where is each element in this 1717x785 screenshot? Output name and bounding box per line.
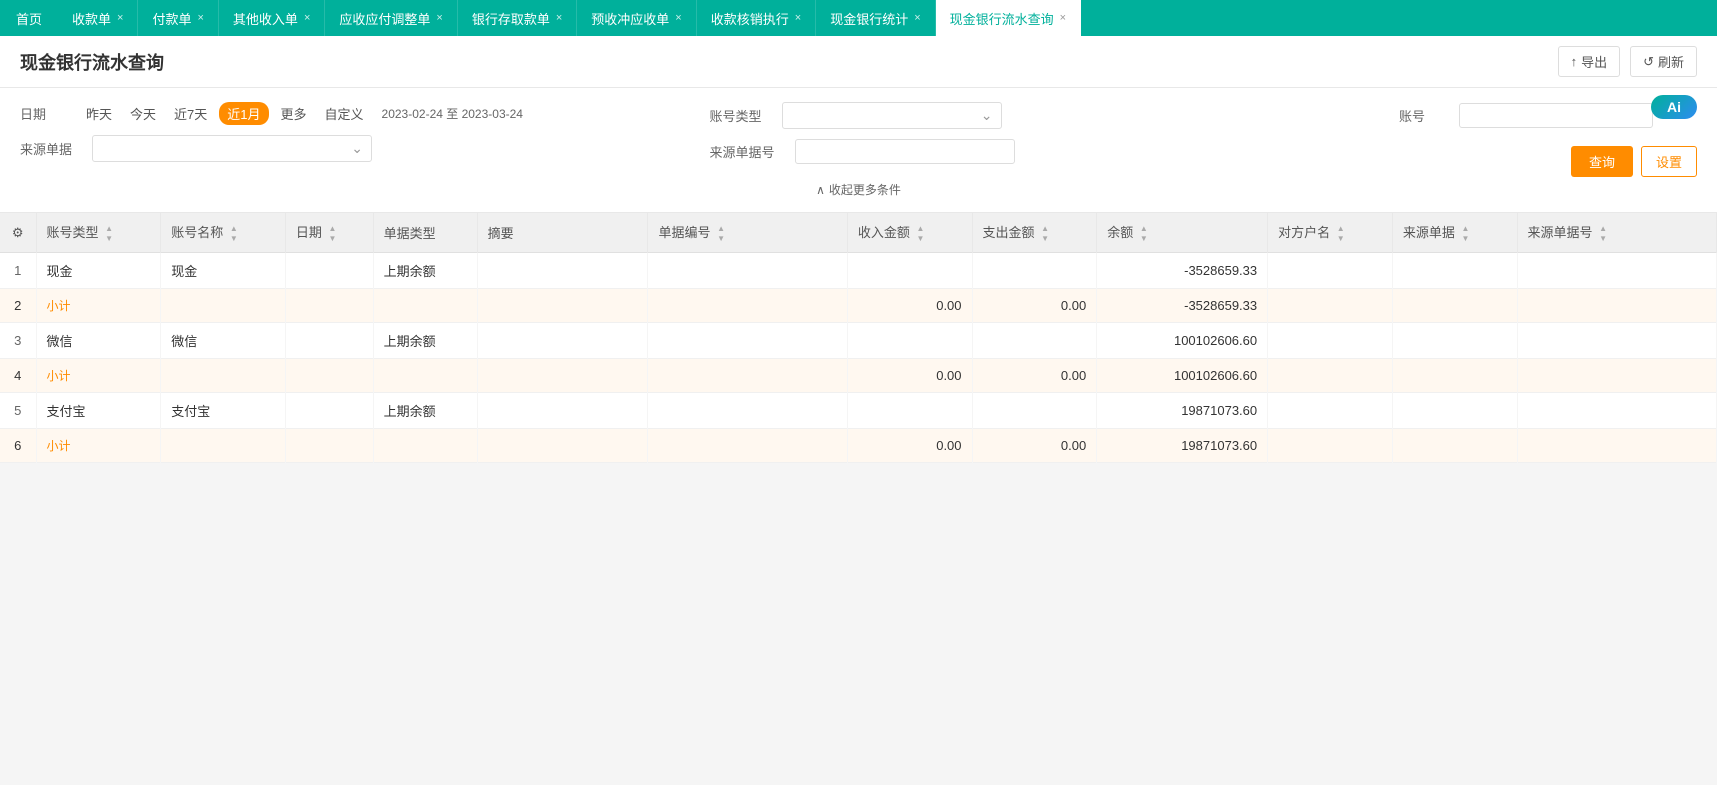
refresh-button[interactable]: ↺ 刷新 bbox=[1630, 46, 1697, 77]
table-container: ⚙ 账号类型 ▲▼ 账号名称 ▲▼ 日期 ▲▼ 单据类型 摘要 bbox=[0, 213, 1717, 463]
date-filter-label: 日期 bbox=[20, 104, 60, 123]
th-account-type: 账号类型 ▲▼ bbox=[36, 213, 161, 253]
th-balance: 余额 ▲▼ bbox=[1097, 213, 1268, 253]
close-tab-0[interactable]: × bbox=[117, 12, 123, 24]
date-btn-custom[interactable]: 自定义 bbox=[319, 102, 370, 125]
date-shortcuts: 昨天 今天 近7天 近1月 更多 自定义 2023-02-24 至 2023-0… bbox=[80, 102, 523, 125]
th-source-doc: 来源单据 ▲▼ bbox=[1392, 213, 1517, 253]
nav-home[interactable]: 首页 bbox=[0, 0, 58, 36]
date-btn-yesterday[interactable]: 昨天 bbox=[80, 102, 118, 125]
th-source-doc-no: 来源单据号 ▲▼ bbox=[1517, 213, 1716, 253]
th-summary: 摘要 bbox=[477, 213, 648, 253]
page-header: 现金银行流水查询 ↑ 导出 ↺ 刷新 bbox=[0, 36, 1717, 88]
th-date: 日期 ▲▼ bbox=[285, 213, 373, 253]
table-row: 1现金现金上期余额-3528659.33 bbox=[0, 253, 1717, 289]
date-btn-today[interactable]: 今天 bbox=[124, 102, 162, 125]
ai-button[interactable]: Ai bbox=[1651, 95, 1697, 119]
header-actions: ↑ 导出 ↺ 刷新 bbox=[1558, 46, 1697, 77]
th-gear[interactable]: ⚙ bbox=[0, 213, 36, 253]
source-doc-num-input[interactable] bbox=[795, 139, 1015, 164]
date-btn-more[interactable]: 更多 bbox=[275, 102, 313, 125]
nav-tab-1[interactable]: 付款单 × bbox=[138, 0, 218, 36]
page-title: 现金银行流水查询 bbox=[20, 49, 164, 75]
source-doc-num-label: 来源单据号 bbox=[710, 142, 775, 161]
table-row: 6小计0.000.0019871073.60 bbox=[0, 429, 1717, 463]
export-icon: ↑ bbox=[1571, 54, 1578, 69]
th-income: 收入金额 ▲▼ bbox=[847, 213, 972, 253]
nav-tab-8[interactable]: 现金银行流水查询 × bbox=[936, 0, 1081, 36]
table-header-row: ⚙ 账号类型 ▲▼ 账号名称 ▲▼ 日期 ▲▼ 单据类型 摘要 bbox=[0, 213, 1717, 253]
table-row: 3微信微信上期余额100102606.60 bbox=[0, 323, 1717, 359]
close-tab-6[interactable]: × bbox=[795, 12, 801, 24]
close-tab-8[interactable]: × bbox=[1060, 12, 1066, 24]
account-type-label: 账号类型 bbox=[710, 106, 762, 125]
source-doc-chevron bbox=[351, 140, 363, 157]
table-body: 1现金现金上期余额-3528659.332小计0.000.00-3528659.… bbox=[0, 253, 1717, 463]
data-table: ⚙ 账号类型 ▲▼ 账号名称 ▲▼ 日期 ▲▼ 单据类型 摘要 bbox=[0, 213, 1717, 463]
date-btn-7days[interactable]: 近7天 bbox=[168, 102, 213, 125]
query-button[interactable]: 查询 bbox=[1571, 146, 1633, 177]
nav-tab-5[interactable]: 预收冲应收单 × bbox=[577, 0, 696, 36]
collapse-filter-btn[interactable]: ∧ 收起更多条件 bbox=[20, 181, 1697, 198]
date-btn-1month[interactable]: 近1月 bbox=[219, 102, 268, 125]
account-input[interactable] bbox=[1459, 103, 1653, 128]
filter-area: 日期 昨天 今天 近7天 近1月 更多 自定义 2023-02-24 至 202… bbox=[0, 88, 1717, 213]
table-row: 4小计0.000.00100102606.60 bbox=[0, 359, 1717, 393]
close-tab-4[interactable]: × bbox=[556, 12, 562, 24]
nav-tab-0[interactable]: 收款单 × bbox=[58, 0, 138, 36]
settings-button[interactable]: 设置 bbox=[1641, 146, 1697, 177]
source-doc-select[interactable] bbox=[92, 135, 372, 162]
source-doc-label: 来源单据 bbox=[20, 139, 72, 158]
close-tab-3[interactable]: × bbox=[436, 12, 442, 24]
th-account-name: 账号名称 ▲▼ bbox=[161, 213, 286, 253]
th-doc-type: 单据类型 bbox=[373, 213, 477, 253]
date-range-display: 2023-02-24 至 2023-03-24 bbox=[382, 105, 523, 122]
account-label: 账号 bbox=[1399, 106, 1439, 125]
nav-tab-2[interactable]: 其他收入单 × bbox=[219, 0, 325, 36]
nav-tab-7[interactable]: 现金银行统计 × bbox=[816, 0, 935, 36]
refresh-icon: ↺ bbox=[1643, 54, 1654, 70]
close-tab-1[interactable]: × bbox=[197, 12, 203, 24]
account-type-chevron bbox=[981, 107, 993, 124]
nav-tab-4[interactable]: 银行存取款单 × bbox=[458, 0, 577, 36]
close-tab-2[interactable]: × bbox=[304, 12, 310, 24]
table-row: 5支付宝支付宝上期余额19871073.60 bbox=[0, 393, 1717, 429]
th-counterpart: 对方户名 ▲▼ bbox=[1268, 213, 1393, 253]
export-button[interactable]: ↑ 导出 bbox=[1558, 46, 1621, 77]
table-row: 2小计0.000.00-3528659.33 bbox=[0, 289, 1717, 323]
collapse-up-icon: ∧ bbox=[816, 183, 825, 197]
close-tab-5[interactable]: × bbox=[675, 12, 681, 24]
th-doc-no: 单据编号 ▲▼ bbox=[648, 213, 847, 253]
th-expense: 支出金额 ▲▼ bbox=[972, 213, 1097, 253]
close-tab-7[interactable]: × bbox=[914, 12, 920, 24]
account-type-select[interactable] bbox=[782, 102, 1002, 129]
nav-tab-3[interactable]: 应收应付调整单 × bbox=[325, 0, 457, 36]
nav-tab-6[interactable]: 收款核销执行 × bbox=[697, 0, 816, 36]
top-nav: 首页 收款单 × 付款单 × 其他收入单 × 应收应付调整单 × 银行存取款单 … bbox=[0, 0, 1717, 36]
